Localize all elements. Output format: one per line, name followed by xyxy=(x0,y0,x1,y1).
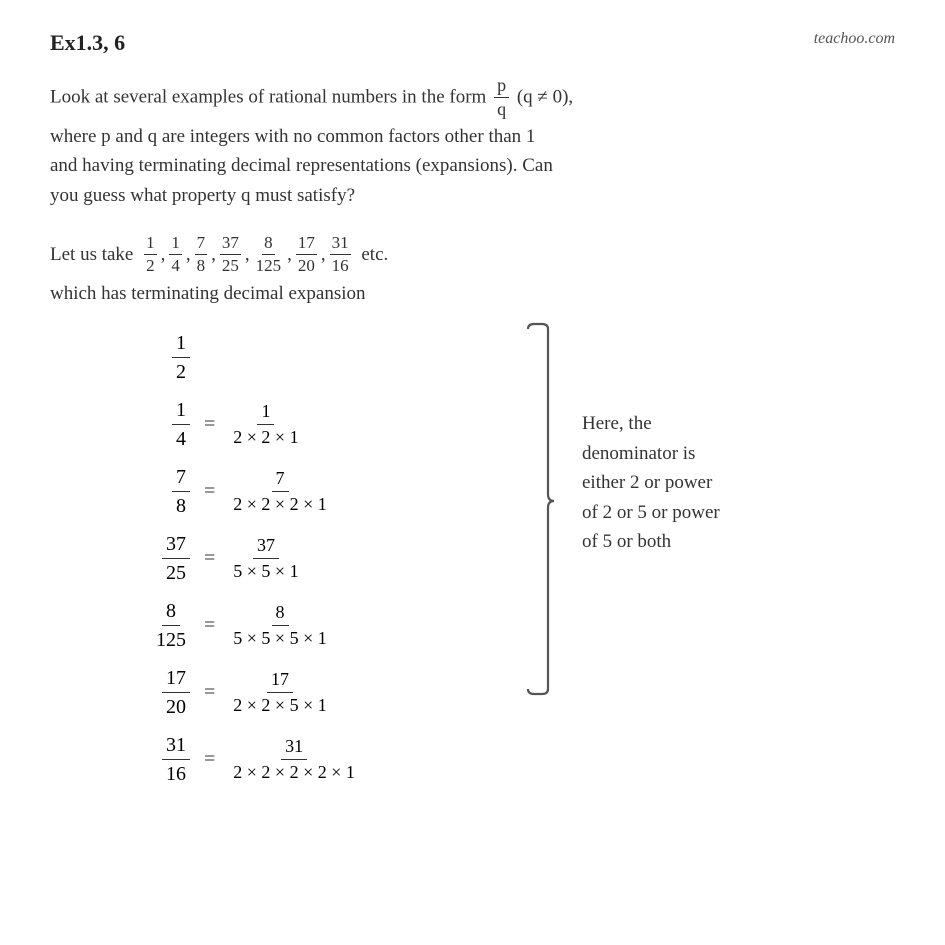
side-note-line4: of 2 or 5 or power xyxy=(582,502,720,523)
let-us-take-prefix: Let us take xyxy=(50,244,133,266)
table-row: 12 = 12 xyxy=(110,329,510,386)
frac-big-7-8: 78 xyxy=(172,463,190,520)
side-note-line3: either 2 or power xyxy=(582,472,712,493)
frac-right-3: 72 × 2 × 2 × 1 xyxy=(229,466,330,517)
terminating-text: which has terminating decimal expansion xyxy=(50,283,895,305)
frac-left-4: 3725 xyxy=(110,530,190,587)
equals-3: = xyxy=(204,480,215,503)
fraction-p-over-q: p q xyxy=(494,74,509,122)
frac-right-4: 375 × 5 × 1 xyxy=(229,533,302,584)
frac-left-5: 8125 xyxy=(110,597,190,654)
frac-17-20: 1720 xyxy=(296,232,317,277)
frac-7-8: 78 xyxy=(195,232,208,277)
table-row: 1720 = 172 × 2 × 5 × 1 xyxy=(110,664,510,721)
frac-37-25: 3725 xyxy=(220,232,241,277)
frac-big-17-20: 1720 xyxy=(162,664,190,721)
problem-line4: you guess what property q must satisfy? xyxy=(50,185,355,206)
table-row: 8125 = 85 × 5 × 5 × 1 xyxy=(110,597,510,654)
frac-right-2: 12 × 2 × 1 xyxy=(229,399,302,450)
brace-column xyxy=(520,319,560,699)
table-row: 3725 = 375 × 5 × 1 xyxy=(110,530,510,587)
frac-big-8-125: 8125 xyxy=(152,597,190,654)
frac-8-125: 8125 xyxy=(254,232,284,277)
equals-2: = xyxy=(204,413,215,436)
fraction-numerator: p xyxy=(494,74,509,98)
let-us-take: Let us take 12 , 14 , 78 , 3725 , 8125 ,… xyxy=(50,232,895,277)
frac-left-6: 1720 xyxy=(110,664,190,721)
problem-line1-start: Look at several examples of rational num… xyxy=(50,86,486,107)
frac-left-1: 12 xyxy=(110,329,190,386)
exercise-title: Ex1.3, 6 xyxy=(50,30,125,56)
main-content: 12 = 12 14 = 12 × 2 × 1 xyxy=(50,329,895,798)
frac-left-7: 3116 xyxy=(110,731,190,788)
frac-left-3: 78 xyxy=(110,463,190,520)
table-row: 78 = 72 × 2 × 2 × 1 xyxy=(110,463,510,520)
problem-line3: and having terminating decimal represent… xyxy=(50,155,553,176)
table-row: 3116 = 312 × 2 × 2 × 2 × 1 xyxy=(110,731,510,788)
problem-line1-end: (q ≠ 0), xyxy=(517,86,573,107)
brand-label: teachoo.com xyxy=(814,30,895,48)
frac-big-31-16: 3116 xyxy=(162,731,190,788)
equals-7: = xyxy=(204,748,215,771)
equals-4: = xyxy=(204,547,215,570)
let-us-take-suffix: etc. xyxy=(361,244,388,266)
comma-1: , xyxy=(161,244,166,266)
frac-big-1-4: 14 xyxy=(172,396,190,453)
side-note-line1: Here, the xyxy=(582,413,652,434)
table-row: 14 = 12 × 2 × 1 xyxy=(110,396,510,453)
fractions-table: 12 = 12 14 = 12 × 2 × 1 xyxy=(110,329,510,798)
side-note-line2: denominator is xyxy=(582,443,695,464)
side-note-line5: of 5 or both xyxy=(582,531,671,552)
frac-right-empty: 12 xyxy=(229,332,246,383)
frac-big-1-2: 12 xyxy=(172,329,190,386)
frac-1-4: 14 xyxy=(169,232,182,277)
curly-brace-icon xyxy=(520,319,560,699)
frac-left-2: 14 xyxy=(110,396,190,453)
side-note: Here, the denominator is either 2 or pow… xyxy=(582,409,720,556)
equals-5: = xyxy=(204,614,215,637)
frac-31-16: 3116 xyxy=(330,232,351,277)
equals-6: = xyxy=(204,681,215,704)
comma-4: , xyxy=(245,244,250,266)
comma-5: , xyxy=(287,244,292,266)
frac-right-7: 312 × 2 × 2 × 2 × 1 xyxy=(229,734,359,785)
fraction-denominator: q xyxy=(494,98,509,121)
comma-6: , xyxy=(321,244,326,266)
page: Ex1.3, 6 teachoo.com Look at several exa… xyxy=(0,0,945,945)
frac-right-6: 172 × 2 × 5 × 1 xyxy=(229,667,330,718)
frac-1-2: 12 xyxy=(144,232,157,277)
frac-big-37-25: 3725 xyxy=(162,530,190,587)
header: Ex1.3, 6 teachoo.com xyxy=(50,30,895,56)
frac-right-5: 85 × 5 × 5 × 1 xyxy=(229,600,330,651)
problem-statement: Look at several examples of rational num… xyxy=(50,74,895,210)
comma-2: , xyxy=(186,244,191,266)
problem-line2: where p and q are integers with no commo… xyxy=(50,126,535,147)
comma-3: , xyxy=(211,244,216,266)
